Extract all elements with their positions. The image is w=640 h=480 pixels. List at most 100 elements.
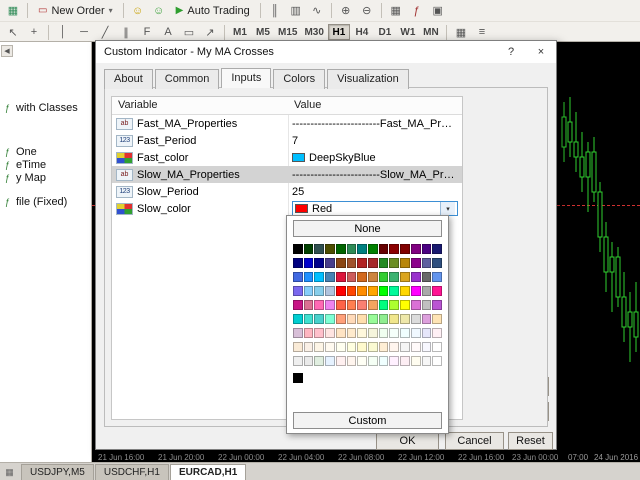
arrow-object-icon[interactable]: ↗ bbox=[200, 23, 220, 41]
palette-color-6-0[interactable] bbox=[293, 328, 303, 338]
param-row-fast_ma_properties[interactable]: ab Fast_MA_Properties --------------------… bbox=[112, 115, 462, 132]
palette-color-0-8[interactable] bbox=[378, 244, 389, 254]
reset-button[interactable]: Reset bbox=[508, 432, 553, 450]
text-label-icon[interactable]: A bbox=[158, 23, 178, 41]
palette-color-2-3[interactable] bbox=[325, 272, 335, 282]
tile-windows-icon[interactable]: ▦ bbox=[386, 2, 406, 20]
palette-color-8-11[interactable] bbox=[410, 356, 421, 366]
timeframe-button-m1[interactable]: M1 bbox=[229, 24, 251, 40]
palette-color-1-3[interactable] bbox=[325, 258, 335, 268]
param-row-slow_period[interactable]: 123 Slow_Period 25 bbox=[112, 183, 462, 200]
timeframe-button-m5[interactable]: M5 bbox=[252, 24, 274, 40]
palette-color-0-4[interactable] bbox=[335, 244, 346, 254]
new-order-button[interactable]: ▭ New Order ▾ bbox=[32, 2, 119, 20]
palette-color-5-4[interactable] bbox=[335, 314, 346, 324]
timeframe-button-m30[interactable]: M30 bbox=[301, 24, 326, 40]
timeframe-button-h1[interactable]: H1 bbox=[327, 24, 350, 40]
palette-color-3-11[interactable] bbox=[410, 286, 421, 296]
palette-color-5-7[interactable] bbox=[368, 314, 378, 324]
ok-button[interactable]: OK bbox=[376, 432, 439, 450]
window-list-icon[interactable]: ≡ bbox=[472, 23, 492, 41]
trendline-icon[interactable]: ╱ bbox=[95, 23, 115, 41]
param-row-fast_period[interactable]: 123 Fast_Period 7 bbox=[112, 132, 462, 149]
palette-color-3-10[interactable] bbox=[400, 286, 410, 296]
palette-extra-swatch[interactable] bbox=[293, 373, 303, 383]
palette-color-8-9[interactable] bbox=[389, 356, 400, 366]
palette-color-4-5[interactable] bbox=[346, 300, 357, 310]
palette-color-7-11[interactable] bbox=[410, 342, 421, 352]
palette-color-1-7[interactable] bbox=[368, 258, 378, 268]
timeframe-button-m15[interactable]: M15 bbox=[275, 24, 300, 40]
auto-trading-button[interactable]: ▶ Auto Trading bbox=[170, 2, 256, 20]
palette-color-0-13[interactable] bbox=[432, 244, 442, 254]
palette-color-0-9[interactable] bbox=[389, 244, 400, 254]
param-value-cell[interactable]: ------------------------Fast_MA_Properti… bbox=[288, 115, 462, 132]
palette-color-1-10[interactable] bbox=[400, 258, 410, 268]
palette-color-7-7[interactable] bbox=[368, 342, 378, 352]
palette-color-6-5[interactable] bbox=[346, 328, 357, 338]
none-color-button[interactable]: None bbox=[293, 220, 442, 237]
timeframe-button-d1[interactable]: D1 bbox=[374, 24, 396, 40]
palette-color-6-4[interactable] bbox=[335, 328, 346, 338]
palette-color-5-9[interactable] bbox=[389, 314, 400, 324]
palette-color-4-7[interactable] bbox=[368, 300, 378, 310]
palette-color-2-4[interactable] bbox=[335, 272, 346, 282]
palette-color-4-9[interactable] bbox=[389, 300, 400, 310]
palette-color-1-6[interactable] bbox=[357, 258, 367, 268]
palette-color-7-9[interactable] bbox=[389, 342, 400, 352]
palette-color-4-10[interactable] bbox=[400, 300, 410, 310]
palette-color-8-2[interactable] bbox=[314, 356, 325, 366]
grid-icon[interactable]: ▦ bbox=[451, 23, 471, 41]
timeframe-button-mn[interactable]: MN bbox=[420, 24, 442, 40]
palette-color-4-13[interactable] bbox=[432, 300, 442, 310]
chart-tab-eurcad-h1[interactable]: EURCAD,H1 bbox=[169, 464, 247, 480]
palette-color-8-1[interactable] bbox=[303, 356, 314, 366]
palette-color-7-8[interactable] bbox=[378, 342, 389, 352]
tab-colors[interactable]: Colors bbox=[273, 69, 326, 89]
value-column-header[interactable]: Value bbox=[288, 97, 327, 114]
palette-color-2-12[interactable] bbox=[421, 272, 432, 282]
palette-color-7-1[interactable] bbox=[303, 342, 314, 352]
palette-color-8-0[interactable] bbox=[293, 356, 303, 366]
zoom-in-icon[interactable]: ⊕ bbox=[336, 2, 356, 20]
palette-color-7-10[interactable] bbox=[400, 342, 410, 352]
fibonacci-icon[interactable]: F bbox=[137, 23, 157, 41]
timeframe-button-h4[interactable]: H4 bbox=[351, 24, 373, 40]
palette-color-2-13[interactable] bbox=[432, 272, 442, 282]
palette-color-0-11[interactable] bbox=[410, 244, 421, 254]
palette-color-8-12[interactable] bbox=[421, 356, 432, 366]
palette-color-0-7[interactable] bbox=[368, 244, 378, 254]
new-chart-icon[interactable]: ▦ bbox=[3, 2, 23, 20]
navigator-item[interactable]: ƒ with Classes bbox=[2, 102, 78, 114]
palette-color-1-12[interactable] bbox=[421, 258, 432, 268]
scroll-left-icon[interactable]: ◀ bbox=[1, 45, 13, 57]
palette-color-6-8[interactable] bbox=[378, 328, 389, 338]
close-icon[interactable]: × bbox=[526, 41, 556, 63]
tab-about[interactable]: About bbox=[104, 69, 153, 89]
palette-color-8-10[interactable] bbox=[400, 356, 410, 366]
palette-color-1-13[interactable] bbox=[432, 258, 442, 268]
palette-color-8-13[interactable] bbox=[432, 356, 442, 366]
palette-color-0-2[interactable] bbox=[314, 244, 325, 254]
palette-color-3-0[interactable] bbox=[293, 286, 303, 296]
tab-inputs[interactable]: Inputs bbox=[221, 68, 272, 88]
palette-color-1-2[interactable] bbox=[314, 258, 325, 268]
vertical-line-icon[interactable]: │ bbox=[53, 23, 73, 41]
palette-color-6-2[interactable] bbox=[314, 328, 325, 338]
palette-color-4-12[interactable] bbox=[421, 300, 432, 310]
palette-color-4-3[interactable] bbox=[325, 300, 335, 310]
tile-windows-icon[interactable]: ▦ bbox=[2, 465, 17, 480]
palette-color-3-13[interactable] bbox=[432, 286, 442, 296]
palette-color-7-12[interactable] bbox=[421, 342, 432, 352]
palette-color-6-13[interactable] bbox=[432, 328, 442, 338]
palette-color-4-1[interactable] bbox=[303, 300, 314, 310]
palette-color-6-3[interactable] bbox=[325, 328, 335, 338]
palette-color-6-1[interactable] bbox=[303, 328, 314, 338]
palette-color-2-5[interactable] bbox=[346, 272, 357, 282]
palette-color-4-8[interactable] bbox=[378, 300, 389, 310]
channel-icon[interactable]: ∥ bbox=[116, 23, 136, 41]
variable-column-header[interactable]: Variable bbox=[112, 97, 288, 114]
slow-color-combobox[interactable]: Red ▾ bbox=[292, 201, 458, 216]
palette-color-1-11[interactable] bbox=[410, 258, 421, 268]
palette-color-2-7[interactable] bbox=[368, 272, 378, 282]
